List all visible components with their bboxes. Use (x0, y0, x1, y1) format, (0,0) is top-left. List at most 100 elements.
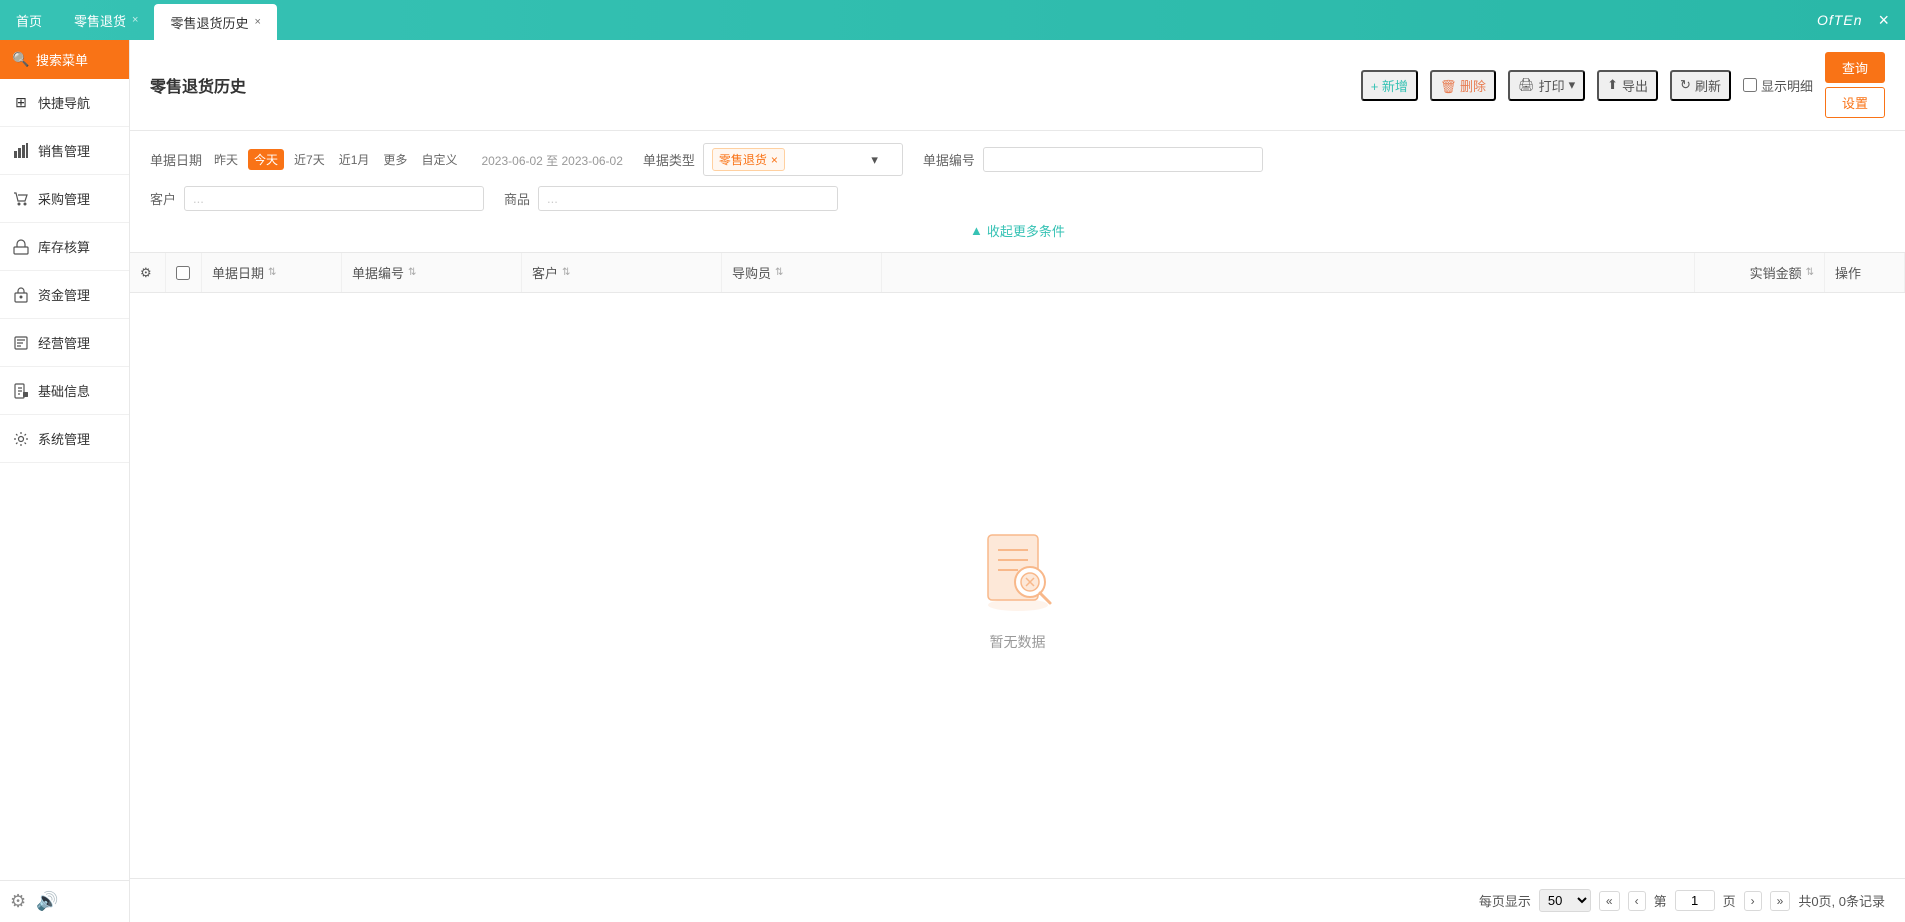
volume-icon[interactable]: 🔊 (36, 891, 58, 912)
prev-page-button[interactable]: ‹ (1628, 891, 1646, 911)
doc-type-label: 单据类型 (643, 150, 695, 169)
refresh-label: 刷新 (1695, 76, 1721, 95)
doc-type-select[interactable]: 零售退货 × ▾ (703, 143, 903, 176)
date-btn-1month[interactable]: 近1月 (335, 150, 374, 169)
th-action-label: 操作 (1835, 263, 1861, 282)
goods-select[interactable]: ... (538, 186, 838, 211)
tab-retail-return-close[interactable]: × (132, 14, 138, 26)
header-actions: + 新增 🗑 删除 🖨 打印 ▾ ⬆ 导出 ↻ 刷新 (1361, 52, 1885, 118)
show-detail-checkbox-container[interactable]: 显示明细 (1743, 76, 1813, 95)
date-range-display: 2023-06-02 至 2023-06-02 (481, 150, 622, 169)
table-area: ⚙ 单据日期 ⇅ 单据编号 ⇅ 客户 ⇅ 导购员 (130, 253, 1905, 878)
sidebar-item-quick-nav[interactable]: ⊞ 快捷导航 (0, 79, 129, 127)
th-doc-no-sort[interactable]: ⇅ (408, 267, 416, 278)
search-icon: 🔍 (12, 51, 30, 69)
last-page-button[interactable]: » (1770, 891, 1791, 911)
page-input[interactable] (1675, 890, 1715, 911)
next-page-button[interactable]: › (1744, 891, 1762, 911)
sidebar-item-system-mgmt-label: 系统管理 (38, 429, 90, 448)
tab-retail-return[interactable]: 零售退货 × (58, 0, 154, 40)
collapse-button[interactable]: ▲ 收起更多条件 (970, 221, 1065, 240)
doc-type-tag-close[interactable]: × (771, 153, 778, 167)
doc-no-label: 单据编号 (923, 150, 975, 169)
th-guide-sort[interactable]: ⇅ (775, 267, 783, 278)
table-header: ⚙ 单据日期 ⇅ 单据编号 ⇅ 客户 ⇅ 导购员 (130, 253, 1905, 293)
empty-icon (968, 520, 1068, 620)
page-suffix: 页 (1723, 891, 1736, 910)
print-label: 打印 (1539, 76, 1565, 95)
th-doc-no[interactable]: 单据编号 ⇅ (342, 253, 522, 292)
export-button[interactable]: ⬆ 导出 (1597, 70, 1658, 101)
doc-type-tag-value: 零售退货 (719, 151, 767, 168)
th-spacer (882, 253, 1695, 292)
first-page-button[interactable]: « (1599, 891, 1620, 911)
doc-no-input[interactable] (983, 147, 1263, 172)
th-doc-date-sort[interactable]: ⇅ (268, 267, 276, 278)
quick-nav-icon: ⊞ (12, 94, 30, 112)
sidebar-item-finance-label: 资金管理 (38, 285, 90, 304)
th-customer-sort[interactable]: ⇅ (562, 267, 570, 278)
doc-type-select-arrow: ▾ (871, 152, 878, 168)
sidebar-item-base-info[interactable]: 基础信息 (0, 367, 129, 415)
th-amount-sort[interactable]: ⇅ (1806, 267, 1814, 278)
tab-retail-return-history[interactable]: 零售退货历史 × (154, 4, 276, 40)
refresh-icon: ↻ (1680, 77, 1691, 93)
collapse-icon: ▲ (970, 223, 983, 238)
sidebar-item-finance[interactable]: 资金管理 (0, 271, 129, 319)
new-button[interactable]: + 新增 (1361, 70, 1418, 101)
goods-label: 商品 (504, 189, 530, 208)
print-button[interactable]: 🖨 打印 ▾ (1508, 70, 1585, 101)
th-action: 操作 (1825, 253, 1905, 292)
sidebar-item-operations-label: 经营管理 (38, 333, 90, 352)
refresh-button[interactable]: ↻ 刷新 (1670, 70, 1731, 101)
sidebar-item-inventory-label: 库存核算 (38, 237, 90, 256)
show-detail-label: 显示明细 (1761, 76, 1813, 95)
sidebar-item-sales-mgmt-label: 销售管理 (38, 141, 90, 160)
th-doc-date[interactable]: 单据日期 ⇅ (202, 253, 342, 292)
customer-select[interactable]: ... (184, 186, 484, 211)
th-customer-label: 客户 (532, 263, 558, 282)
per-page-select[interactable]: 20 50 100 (1539, 889, 1591, 912)
tab-retail-return-history-close[interactable]: × (254, 16, 260, 28)
show-detail-checkbox[interactable] (1743, 78, 1757, 92)
date-btn-yesterday[interactable]: 昨天 (210, 150, 242, 169)
query-button[interactable]: 查询 (1825, 52, 1885, 83)
sidebar-item-purchase-mgmt[interactable]: 采购管理 (0, 175, 129, 223)
date-btn-7days[interactable]: 近7天 (290, 150, 329, 169)
date-btn-more[interactable]: 更多 (379, 150, 411, 169)
empty-state: 暂无数据 (130, 293, 1905, 878)
doc-type-filter: 单据类型 零售退货 × ▾ (643, 143, 903, 176)
sidebar-item-inventory[interactable]: 库存核算 (0, 223, 129, 271)
th-guide[interactable]: 导购员 ⇅ (722, 253, 882, 292)
sidebar-item-operations[interactable]: 经营管理 (0, 319, 129, 367)
export-icon: ⬆ (1607, 77, 1618, 93)
th-amount[interactable]: 实销金额 ⇅ (1695, 253, 1825, 292)
settings-gear-icon[interactable]: ⚙ (10, 891, 26, 912)
customer-placeholder: ... (193, 191, 204, 206)
date-shortcuts: 昨天 今天 近7天 近1月 更多 自定义 (210, 149, 461, 170)
date-btn-today[interactable]: 今天 (248, 149, 284, 170)
th-checkbox[interactable] (166, 253, 202, 292)
empty-text: 暂无数据 (990, 632, 1046, 652)
sidebar-item-sales-mgmt[interactable]: 销售管理 (0, 127, 129, 175)
customer-filter: 客户 ... (150, 186, 484, 211)
sidebar-item-system-mgmt[interactable]: 系统管理 (0, 415, 129, 463)
system-mgmt-icon (12, 430, 30, 448)
window-close-button[interactable]: × (1863, 10, 1905, 31)
th-customer[interactable]: 客户 ⇅ (522, 253, 722, 292)
th-doc-date-label: 单据日期 (212, 263, 264, 282)
sales-mgmt-icon (12, 142, 30, 160)
sidebar-search[interactable]: 🔍 搜索菜单 (0, 40, 129, 79)
export-label: 导出 (1622, 76, 1648, 95)
base-info-icon (12, 382, 30, 400)
date-range-label: 2023-06-02 至 2023-06-02 (481, 152, 622, 169)
th-settings[interactable]: ⚙ (130, 253, 166, 292)
delete-button-label: 🗑 删除 (1440, 76, 1486, 95)
date-btn-custom[interactable]: 自定义 (417, 150, 461, 169)
sidebar-item-quick-nav-label: 快捷导航 (38, 93, 90, 112)
select-all-checkbox[interactable] (176, 266, 190, 280)
setting-button[interactable]: 设置 (1825, 87, 1885, 118)
delete-button[interactable]: 🗑 删除 (1430, 70, 1496, 101)
tab-home[interactable]: 首页 (0, 0, 58, 40)
filter-row-2: 客户 ... 商品 ... (150, 186, 1885, 211)
